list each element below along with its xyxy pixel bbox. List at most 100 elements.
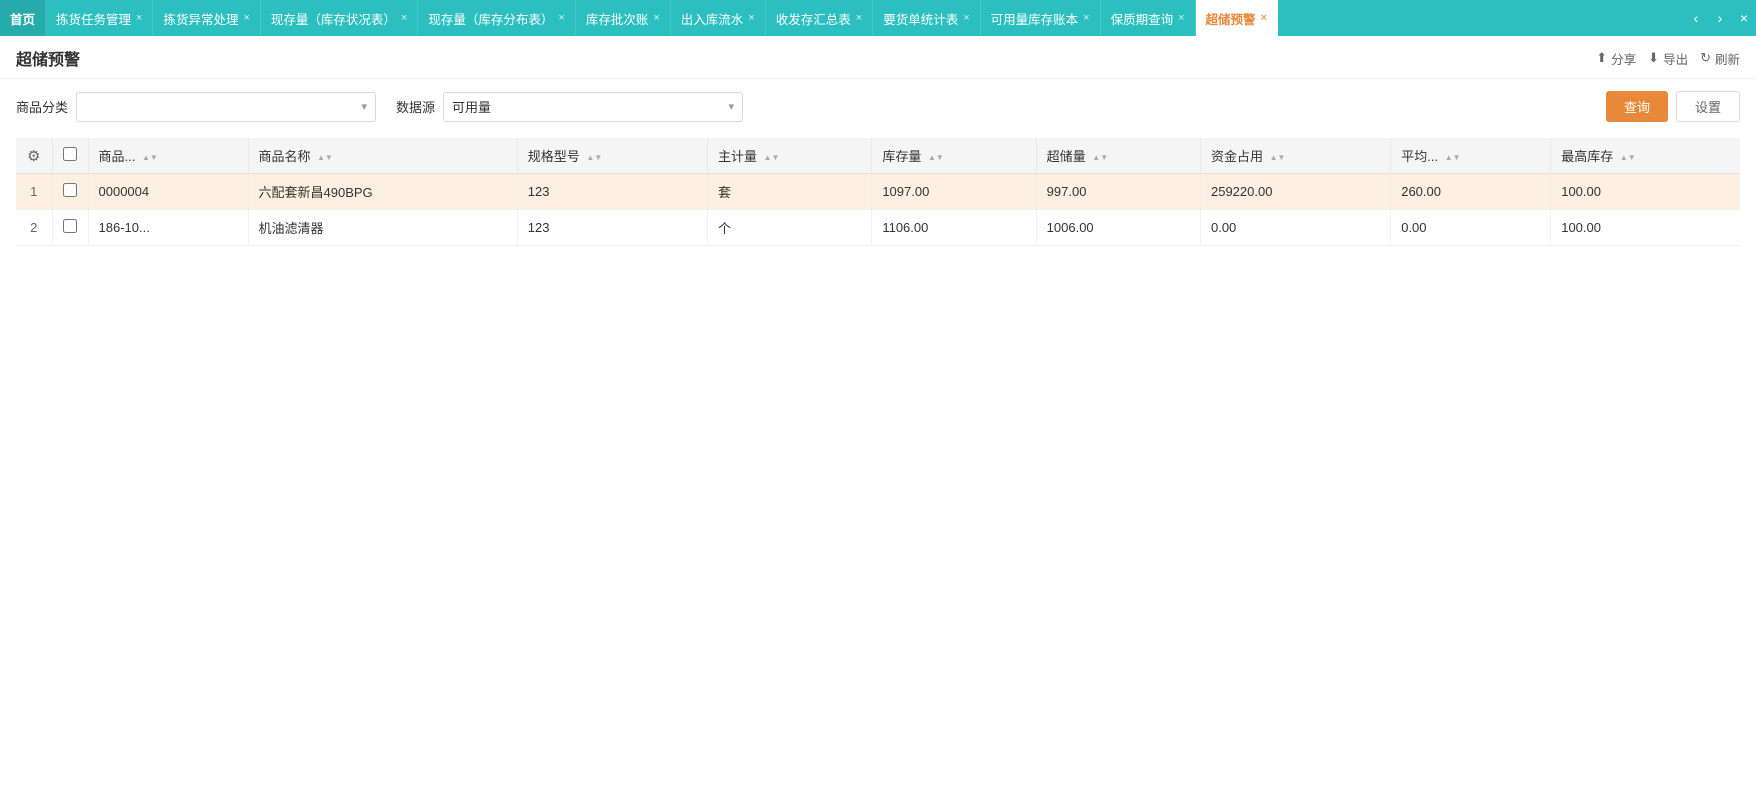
nav-close-inventory-status[interactable]: ×: [401, 12, 407, 24]
nav-item-overstock-warning[interactable]: 超储预警 ×: [1196, 0, 1278, 36]
cell-max-stock-1: 100.00: [1551, 210, 1740, 246]
nav-close-order-stats[interactable]: ×: [963, 12, 969, 24]
nav-arrow-right[interactable]: ›: [1708, 0, 1732, 36]
cell-overstock-1: 1006.00: [1036, 210, 1200, 246]
share-label: 分享: [1611, 49, 1636, 68]
nav-item-inventory-status[interactable]: 现存量（库存状况表） ×: [261, 0, 418, 36]
nav-close-io-flow[interactable]: ×: [748, 12, 754, 24]
row-num-1: 2: [16, 210, 52, 246]
nav-close-inventory-batch[interactable]: ×: [653, 12, 659, 24]
th-avg-label: 平均...: [1401, 149, 1438, 164]
nav-item-packing-abnormal[interactable]: 拣货异常处理 ×: [153, 0, 260, 36]
th-name-label: 商品名称: [259, 149, 311, 164]
nav-label-overstock-warning: 超储预警: [1206, 9, 1256, 28]
sort-icon-capital: ▲▼: [1270, 153, 1286, 162]
nav-label-expiry-query: 保质期查询: [1111, 9, 1174, 28]
row-checkbox-1[interactable]: [63, 219, 77, 233]
th-unit[interactable]: 主计量 ▲▼: [708, 138, 872, 174]
query-button[interactable]: 查询: [1606, 91, 1668, 122]
th-name[interactable]: 商品名称 ▲▼: [248, 138, 517, 174]
nav-label-io-flow: 出入库流水: [681, 9, 744, 28]
select-all-checkbox[interactable]: [63, 147, 77, 161]
th-overstock[interactable]: 超储量 ▲▼: [1036, 138, 1200, 174]
cell-name-1: 机油滤清器: [248, 210, 517, 246]
datasource-label: 数据源: [396, 97, 435, 116]
cell-avg-0: 260.00: [1391, 174, 1551, 210]
table-header-row: ⚙ 商品... ▲▼ 商品名称 ▲▼ 规格型号 ▲▼ 主计: [16, 138, 1740, 174]
filter-category: 商品分类 ▾: [16, 92, 376, 122]
share-icon: ⬆: [1596, 50, 1607, 66]
nav-item-inventory-batch[interactable]: 库存批次账 ×: [576, 0, 671, 36]
nav-item-expiry-query[interactable]: 保质期查询 ×: [1101, 0, 1196, 36]
nav-close-inventory-dist[interactable]: ×: [558, 12, 564, 24]
nav-item-order-stats[interactable]: 要货单统计表 ×: [873, 0, 980, 36]
nav-arrows: ‹ › ×: [1684, 0, 1756, 36]
filter-bar: 商品分类 ▾ 数据源 可用量 ▾ 查询 设置: [0, 79, 1756, 134]
nav-item-recv-summary[interactable]: 收发存汇总表 ×: [766, 0, 873, 36]
nav-close-overstock-warning[interactable]: ×: [1261, 12, 1267, 24]
table-row: 1 0000004 六配套新昌490BPG 123 套 1097.00 997.…: [16, 174, 1740, 210]
th-stock[interactable]: 库存量 ▲▼: [872, 138, 1036, 174]
nav-item-io-flow[interactable]: 出入库流水 ×: [671, 0, 766, 36]
th-spec[interactable]: 规格型号 ▲▼: [517, 138, 707, 174]
cell-unit-1: 个: [708, 210, 872, 246]
nav-item-available-ledger[interactable]: 可用量库存账本 ×: [981, 0, 1101, 36]
row-check-1: [52, 210, 88, 246]
nav-arrow-left[interactable]: ‹: [1684, 0, 1708, 36]
sort-icon-max-stock: ▲▼: [1620, 153, 1636, 162]
table-row: 2 186-10... 机油滤清器 123 个 1106.00 1006.00 …: [16, 210, 1740, 246]
sort-icon-overstock: ▲▼: [1092, 153, 1108, 162]
cell-capital-1: 0.00: [1200, 210, 1390, 246]
cell-stock-0: 1097.00: [872, 174, 1036, 210]
sort-icon-name: ▲▼: [317, 153, 333, 162]
nav-close-packing-task[interactable]: ×: [136, 12, 142, 24]
table-container: ⚙ 商品... ▲▼ 商品名称 ▲▼ 规格型号 ▲▼ 主计: [0, 138, 1756, 246]
th-code[interactable]: 商品... ▲▼: [88, 138, 248, 174]
cell-spec-0: 123: [517, 174, 707, 210]
gear-icon[interactable]: ⚙: [27, 148, 40, 165]
row-num-0: 1: [16, 174, 52, 210]
page-header: 超储预警 ⬆ 分享 ⬇ 导出 ↻ 刷新: [0, 36, 1756, 79]
nav-item-inventory-dist[interactable]: 现存量（库存分布表） ×: [418, 0, 575, 36]
refresh-button[interactable]: ↻ 刷新: [1700, 49, 1740, 68]
nav-item-home[interactable]: 首页: [0, 0, 46, 36]
datasource-select[interactable]: 可用量 ▾: [443, 92, 743, 122]
nav-close-expiry-query[interactable]: ×: [1178, 12, 1184, 24]
th-avg[interactable]: 平均... ▲▼: [1391, 138, 1551, 174]
nav-arrow-close[interactable]: ×: [1732, 0, 1756, 36]
cell-name-0: 六配套新昌490BPG: [248, 174, 517, 210]
header-actions: ⬆ 分享 ⬇ 导出 ↻ 刷新: [1596, 49, 1740, 68]
datasource-select-value: 可用量: [452, 97, 491, 116]
nav-label-home: 首页: [10, 9, 35, 28]
cell-overstock-0: 997.00: [1036, 174, 1200, 210]
cell-code-0: 0000004: [88, 174, 248, 210]
cell-max-stock-0: 100.00: [1551, 174, 1740, 210]
nav-bar: 首页 拣货任务管理 × 拣货异常处理 × 现存量（库存状况表） × 现存量（库存…: [0, 0, 1756, 36]
th-unit-label: 主计量: [718, 149, 757, 164]
filter-actions: 查询 设置: [1606, 91, 1740, 122]
category-chevron-icon: ▾: [361, 100, 367, 113]
nav-item-packing-task[interactable]: 拣货任务管理 ×: [46, 0, 153, 36]
nav-label-recv-summary: 收发存汇总表: [776, 9, 851, 28]
th-max-stock-label: 最高库存: [1561, 149, 1613, 164]
category-select[interactable]: ▾: [76, 92, 376, 122]
settings-button[interactable]: 设置: [1676, 91, 1740, 122]
cell-stock-1: 1106.00: [872, 210, 1036, 246]
row-checkbox-0[interactable]: [63, 183, 77, 197]
th-spec-label: 规格型号: [528, 149, 580, 164]
nav-label-packing-task: 拣货任务管理: [56, 9, 131, 28]
th-gear[interactable]: ⚙: [16, 138, 52, 174]
nav-close-packing-abnormal[interactable]: ×: [243, 12, 249, 24]
nav-close-recv-summary[interactable]: ×: [856, 12, 862, 24]
nav-close-available-ledger[interactable]: ×: [1083, 12, 1089, 24]
refresh-icon: ↻: [1700, 50, 1711, 66]
export-button[interactable]: ⬇ 导出: [1648, 49, 1688, 68]
nav-label-order-stats: 要货单统计表: [883, 9, 958, 28]
th-capital[interactable]: 资金占用 ▲▼: [1200, 138, 1390, 174]
share-button[interactable]: ⬆ 分享: [1596, 49, 1636, 68]
sort-icon-spec: ▲▼: [586, 153, 602, 162]
cell-avg-1: 0.00: [1391, 210, 1551, 246]
export-icon: ⬇: [1648, 50, 1659, 66]
filter-datasource: 数据源 可用量 ▾: [396, 92, 743, 122]
th-max-stock[interactable]: 最高库存 ▲▼: [1551, 138, 1740, 174]
